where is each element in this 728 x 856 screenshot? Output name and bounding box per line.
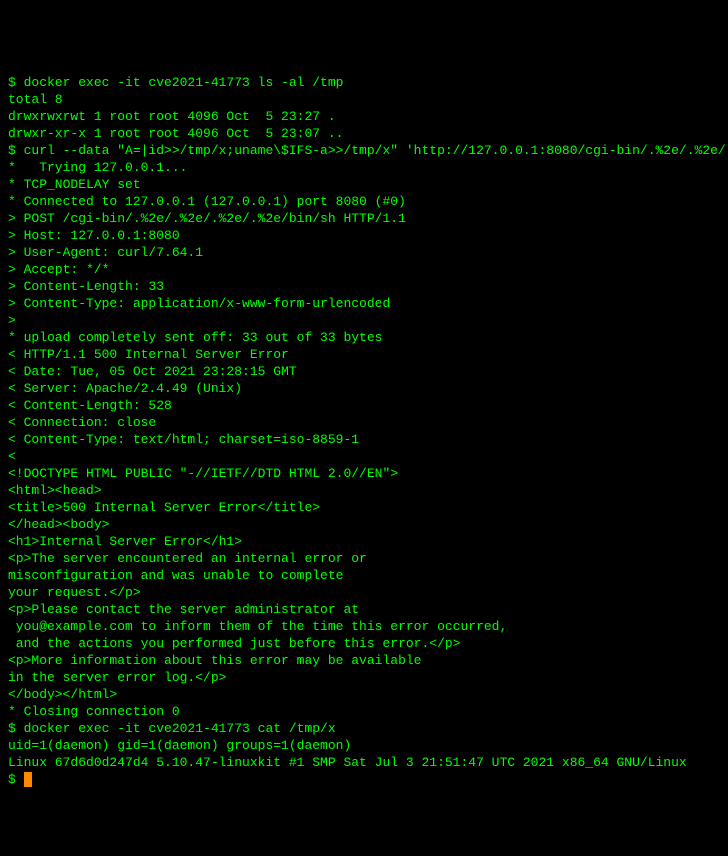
terminal-output: $ docker exec -it cve2021-41773 ls -al /… (8, 74, 720, 771)
prompt-symbol: $ (8, 772, 24, 787)
cursor (24, 772, 32, 787)
prompt-line[interactable]: $ (8, 772, 32, 787)
